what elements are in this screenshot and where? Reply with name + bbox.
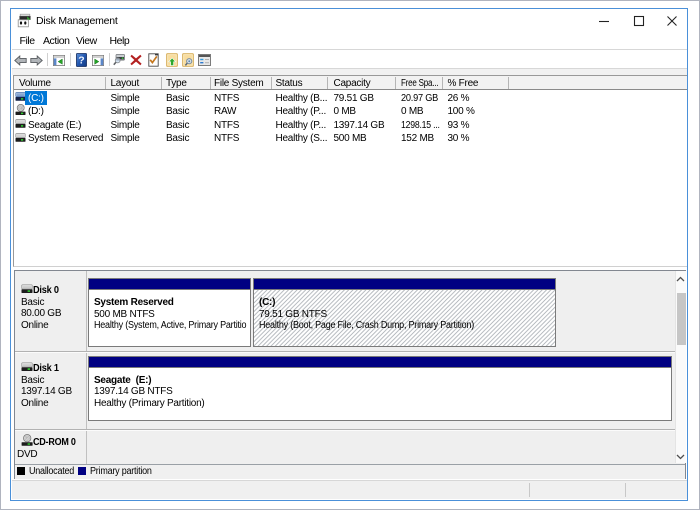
svg-text:?: ?: [78, 55, 84, 67]
